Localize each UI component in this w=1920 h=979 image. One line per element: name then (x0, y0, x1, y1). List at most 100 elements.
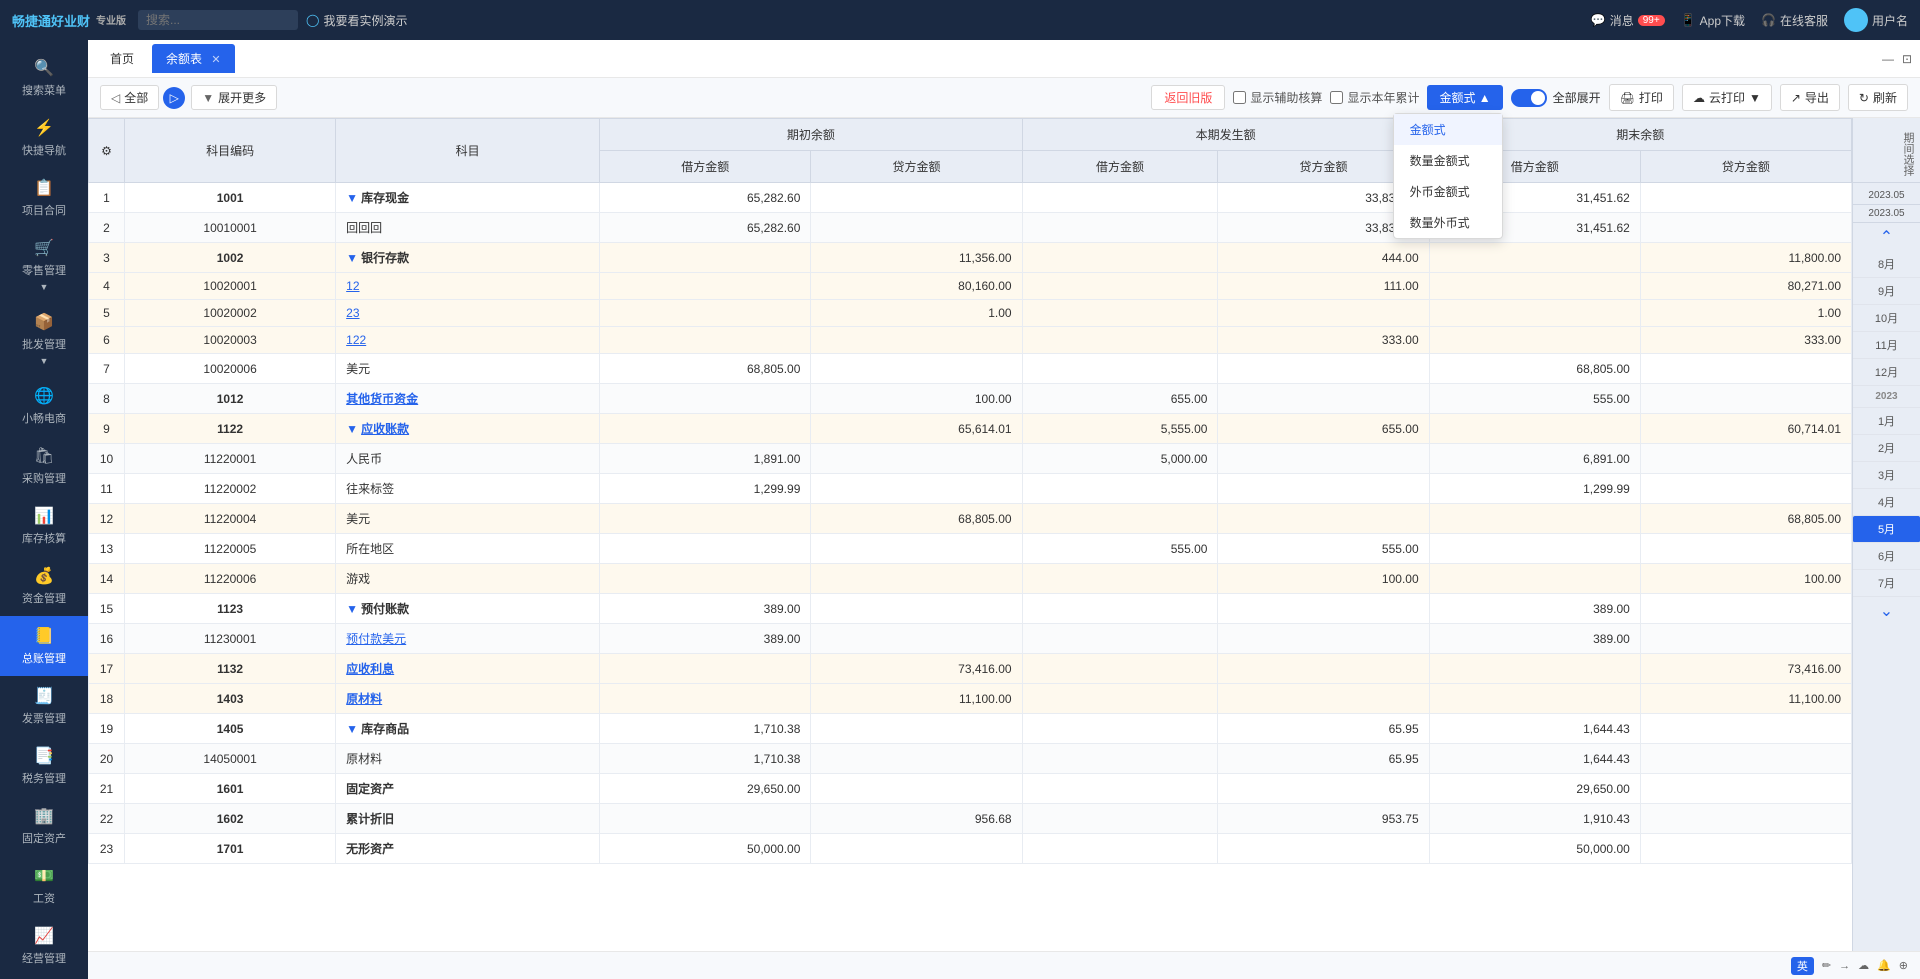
sidebar-item-ecommerce[interactable]: 🌐 小畅电商 (0, 376, 88, 436)
app-download-action[interactable]: 📱 App下载 (1681, 12, 1745, 29)
sidebar-item-purchase[interactable]: 🛍 采购管理 (0, 436, 88, 496)
tab-close-icon[interactable]: ✕ (211, 54, 220, 66)
demo-link[interactable]: ◯ 我要看实例演示 (306, 12, 407, 29)
message-action[interactable]: 💬 消息 99+ (1591, 12, 1665, 29)
status-icon-1[interactable]: ✏ (1822, 959, 1831, 972)
brand-logo: 畅捷通好业财 专业版 (12, 11, 126, 30)
back-old-version-button[interactable]: 返回旧版 (1151, 85, 1225, 110)
row-num: 3 (89, 243, 125, 273)
lang-switch[interactable]: 英 (1791, 957, 1814, 975)
row-closing-debit: 1,644.43 (1429, 744, 1640, 774)
row-opening-debit: 1,299.99 (600, 474, 811, 504)
row-subject: 人民币 (336, 444, 600, 474)
user-avatar[interactable]: 用户名 (1844, 8, 1908, 32)
row-code: 10020002 (125, 300, 336, 327)
sidebar-item-search[interactable]: 🔍 搜索菜单 (0, 48, 88, 108)
month-2[interactable]: 2月 (1853, 435, 1920, 462)
row-subject[interactable]: 其他货币资金 (336, 384, 600, 414)
sidebar-item-retail[interactable]: 🛒 零售管理 ▼ (0, 228, 88, 302)
amount-mode-button[interactable]: 金额式 ▲ (1427, 85, 1502, 110)
export-button[interactable]: ↗ 导出 (1780, 84, 1840, 111)
month-8[interactable]: 8月 (1853, 251, 1920, 278)
row-opening-debit: 65,282.60 (600, 213, 811, 243)
sidebar-item-salary[interactable]: 💵 工资 (0, 856, 88, 916)
sidebar-item-assets[interactable]: 🏢 固定资产 (0, 796, 88, 856)
row-closing-debit: 555.00 (1429, 384, 1640, 414)
table-row: 91122▼应收账款65,614.015,555.00655.0060,714.… (89, 414, 1852, 444)
table-row: 31002▼银行存款11,356.00444.0011,800.00 (89, 243, 1852, 273)
month-5[interactable]: 5月 (1853, 516, 1920, 543)
month-6[interactable]: 6月 (1853, 543, 1920, 570)
content-area: 首页 余额表 ✕ — ⊡ ◁ 全部 ▷ (88, 40, 1920, 979)
balance-table: ⚙ 科目编码 科目 期初余额 本期发生额 期末余额 借方金额 贷方金额 借方金额… (88, 118, 1852, 864)
status-icon-4[interactable]: 🔔 (1877, 959, 1891, 972)
month-11[interactable]: 11月 (1853, 332, 1920, 359)
month-9[interactable]: 9月 (1853, 278, 1920, 305)
cloud-print-button[interactable]: ☁ 云打印 ▼ (1682, 84, 1772, 111)
show-ytd-check[interactable]: 显示本年累计 (1330, 89, 1419, 106)
row-num: 1 (89, 183, 125, 213)
expand-all-toggle[interactable]: 全部展开 (1511, 89, 1601, 107)
online-service-action[interactable]: 🎧 在线客服 (1761, 12, 1828, 29)
dropdown-item-qty-amount[interactable]: 数量金额式 (1394, 145, 1502, 176)
sidebar-item-accounting[interactable]: 📒 总账管理 (0, 616, 88, 676)
row-num: 7 (89, 354, 125, 384)
expand-more-button[interactable]: ▼ 展开更多 (191, 85, 277, 110)
month-4[interactable]: 4月 (1853, 489, 1920, 516)
breadcrumb-all-button[interactable]: ◁ 全部 (100, 85, 159, 110)
row-subject[interactable]: ▼应收账款 (336, 414, 600, 444)
top-actions: 💬 消息 99+ 📱 App下载 🎧 在线客服 用户名 (1591, 8, 1908, 32)
month-7[interactable]: 7月 (1853, 570, 1920, 597)
table-right-wrapper: ⚙ 科目编码 科目 期初余额 本期发生额 期末余额 借方金额 贷方金额 借方金额… (88, 118, 1920, 951)
month-3[interactable]: 3月 (1853, 462, 1920, 489)
show-ytd-checkbox[interactable] (1330, 91, 1343, 104)
row-subject[interactable]: 原材料 (336, 684, 600, 714)
row-subject[interactable]: 23 (336, 300, 600, 327)
table-row: 11001▼库存现金65,282.6033,830.9831,451.62 (89, 183, 1852, 213)
breadcrumb-forward-button[interactable]: ▷ (163, 87, 185, 109)
tab-maximize-icon[interactable]: ⊡ (1902, 52, 1912, 66)
row-closing-debit (1429, 654, 1640, 684)
sidebar-item-project[interactable]: 📋 项目合同 (0, 168, 88, 228)
row-subject[interactable]: 预付款美元 (336, 624, 600, 654)
sidebar-item-inventory[interactable]: 📊 库存核算 (0, 496, 88, 556)
dropdown-item-qty-foreign[interactable]: 数量外币式 (1394, 207, 1502, 238)
row-opening-credit (811, 714, 1022, 744)
print-button[interactable]: 🖨 打印 (1609, 84, 1674, 111)
sidebar-item-shortcut[interactable]: ⚡ 快捷导航 (0, 108, 88, 168)
panel-scroll-up-button[interactable]: ⌃ (1853, 223, 1920, 251)
status-icon-5[interactable]: ⊕ (1899, 959, 1908, 972)
row-subject[interactable]: 122 (336, 327, 600, 354)
sidebar-item-invoice[interactable]: 🧾 发票管理 (0, 676, 88, 736)
row-closing-credit (1640, 834, 1851, 864)
top-search-input[interactable] (138, 10, 298, 30)
row-period-debit (1022, 774, 1218, 804)
col-settings-header[interactable]: ⚙ (89, 119, 125, 183)
panel-scroll-down-button[interactable]: ⌄ (1853, 597, 1920, 625)
row-closing-credit: 60,714.01 (1640, 414, 1851, 444)
row-closing-debit (1429, 327, 1640, 354)
sidebar-item-wholesale[interactable]: 📦 批发管理 ▼ (0, 302, 88, 376)
sidebar-item-operation[interactable]: 📈 经营管理 (0, 916, 88, 976)
tab-home[interactable]: 首页 (96, 44, 148, 73)
row-opening-credit: 1.00 (811, 300, 1022, 327)
month-1[interactable]: 1月 (1853, 408, 1920, 435)
status-icon-2[interactable]: → (1839, 960, 1850, 972)
tab-minimize-icon[interactable]: — (1882, 52, 1894, 66)
sidebar-item-capital[interactable]: 💰 资金管理 (0, 556, 88, 616)
status-icon-3[interactable]: ☁ (1858, 959, 1869, 972)
sidebar-item-tax[interactable]: 📑 税务管理 (0, 736, 88, 796)
show-aux-check[interactable]: 显示辅助核算 (1233, 89, 1322, 106)
toggle-switch-icon[interactable] (1511, 89, 1547, 107)
dropdown-item-amount[interactable]: 金额式 (1394, 114, 1502, 145)
toolbar: ◁ 全部 ▷ ▼ 展开更多 返回旧版 显示辅助核算 (88, 78, 1920, 118)
row-subject[interactable]: 12 (336, 273, 600, 300)
tab-balance[interactable]: 余额表 ✕ (152, 44, 235, 73)
month-12[interactable]: 12月 (1853, 359, 1920, 386)
month-10[interactable]: 10月 (1853, 305, 1920, 332)
show-aux-checkbox[interactable] (1233, 91, 1246, 104)
dropdown-item-foreign[interactable]: 外币金额式 (1394, 176, 1502, 207)
row-opening-debit: 29,650.00 (600, 774, 811, 804)
refresh-button[interactable]: ↻ 刷新 (1848, 84, 1908, 111)
row-subject[interactable]: 应收利息 (336, 654, 600, 684)
